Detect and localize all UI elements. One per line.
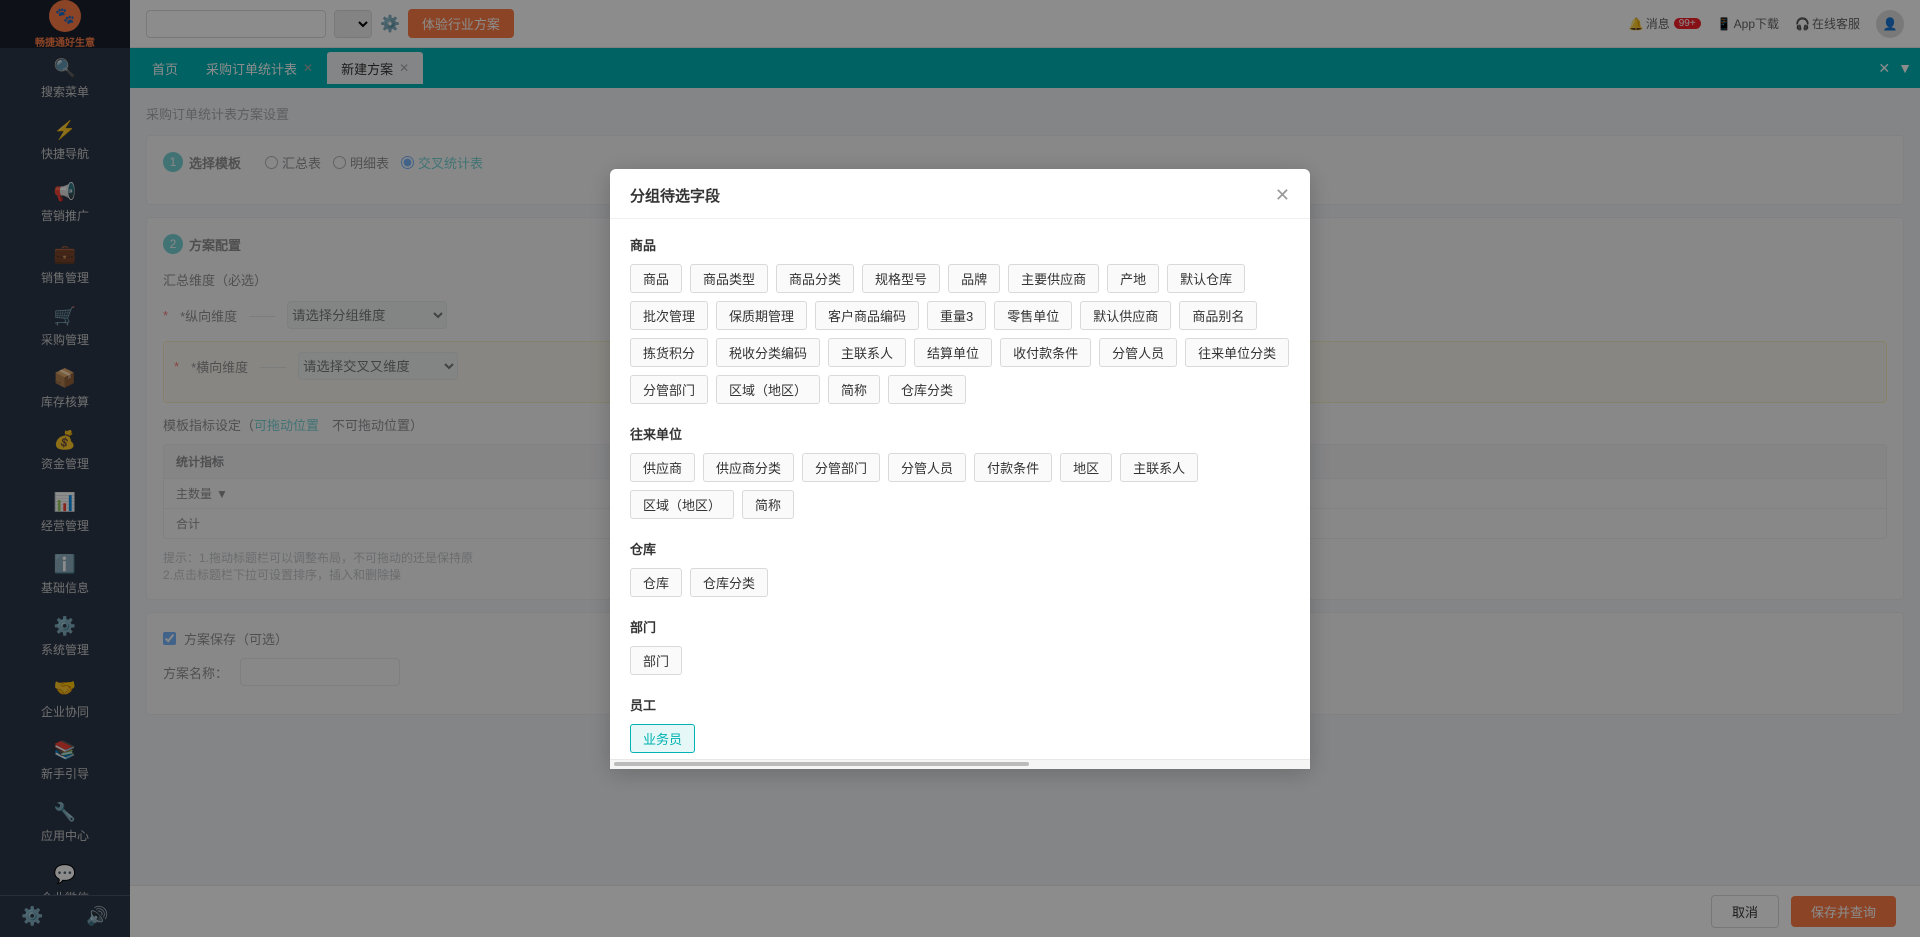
modal-close-button[interactable]: ✕ [1275,185,1290,206]
modal-horizontal-scrollbar[interactable] [610,759,1310,768]
field-tag[interactable]: 品牌 [948,264,1000,293]
field-tag[interactable]: 商品分类 [776,264,854,293]
field-tag[interactable]: 零售单位 [994,301,1072,330]
field-tag[interactable]: 付款条件 [974,453,1052,482]
group-title-product: 商品 [630,235,1290,254]
field-tag[interactable]: 分管人员 [1099,338,1177,367]
field-group-warehouse: 仓库 仓库 仓库分类 [630,539,1290,597]
field-tags-warehouse: 仓库 仓库分类 [630,568,1290,597]
field-tag[interactable]: 产地 [1107,264,1159,293]
field-tag[interactable]: 供应商 [630,453,695,482]
field-tag[interactable]: 往来单位分类 [1185,338,1289,367]
field-tag[interactable]: 默认供应商 [1080,301,1171,330]
field-tag[interactable]: 重量3 [927,301,986,330]
modal-overlay: 分组待选字段 ✕ 商品 商品 商品类型 商品分类 规格型号 品牌 主要供应商 产… [0,0,1920,937]
group-title-partner: 往来单位 [630,424,1290,443]
field-tags-product: 商品 商品类型 商品分类 规格型号 品牌 主要供应商 产地 默认仓库 批次管理 … [630,264,1290,404]
field-tag[interactable]: 仓库 [630,568,682,597]
field-tag[interactable]: 区域（地区） [716,375,820,404]
field-tag[interactable]: 主联系人 [1120,453,1198,482]
modal-title: 分组待选字段 [630,185,720,206]
scrollbar-thumb [614,762,1029,766]
field-tag[interactable]: 保质期管理 [716,301,807,330]
field-tag[interactable]: 仓库分类 [690,568,768,597]
field-tags-partner: 供应商 供应商分类 分管部门 分管人员 付款条件 地区 主联系人 区域（地区） … [630,453,1290,519]
field-tag[interactable]: 收付款条件 [1000,338,1091,367]
field-tag[interactable]: 简称 [742,490,794,519]
field-tag[interactable]: 商品别名 [1179,301,1257,330]
field-tag[interactable]: 商品 [630,264,682,293]
modal-dialog: 分组待选字段 ✕ 商品 商品 商品类型 商品分类 规格型号 品牌 主要供应商 产… [610,169,1310,769]
field-tag[interactable]: 简称 [828,375,880,404]
field-tag[interactable]: 商品类型 [690,264,768,293]
field-tag[interactable]: 区域（地区） [630,490,734,519]
field-tag[interactable]: 批次管理 [630,301,708,330]
field-tag[interactable]: 地区 [1060,453,1112,482]
field-group-dept: 部门 部门 [630,617,1290,675]
field-tag[interactable]: 结算单位 [914,338,992,367]
field-tag[interactable]: 分管人员 [888,453,966,482]
field-tag[interactable]: 主联系人 [828,338,906,367]
field-tag[interactable]: 默认仓库 [1167,264,1245,293]
field-tag[interactable]: 部门 [630,646,682,675]
field-group-product: 商品 商品 商品类型 商品分类 规格型号 品牌 主要供应商 产地 默认仓库 批次… [630,235,1290,404]
field-tag-employee[interactable]: 业务员 [630,724,695,753]
field-tag[interactable]: 规格型号 [862,264,940,293]
field-tags-employee: 业务员 [630,724,1290,753]
modal-body: 商品 商品 商品类型 商品分类 规格型号 品牌 主要供应商 产地 默认仓库 批次… [610,219,1310,760]
field-group-employee: 员工 业务员 [630,695,1290,753]
field-tag[interactable]: 拣货积分 [630,338,708,367]
field-tag[interactable]: 税收分类编码 [716,338,820,367]
field-tags-dept: 部门 [630,646,1290,675]
field-tag[interactable]: 客户商品编码 [815,301,919,330]
group-title-warehouse: 仓库 [630,539,1290,558]
modal-header: 分组待选字段 ✕ [610,169,1310,219]
field-tag[interactable]: 供应商分类 [703,453,794,482]
field-tag[interactable]: 分管部门 [802,453,880,482]
field-tag[interactable]: 仓库分类 [888,375,966,404]
group-title-dept: 部门 [630,617,1290,636]
group-title-employee: 员工 [630,695,1290,714]
field-tag[interactable]: 分管部门 [630,375,708,404]
field-group-partner: 往来单位 供应商 供应商分类 分管部门 分管人员 付款条件 地区 主联系人 区域… [630,424,1290,519]
field-tag[interactable]: 主要供应商 [1008,264,1099,293]
